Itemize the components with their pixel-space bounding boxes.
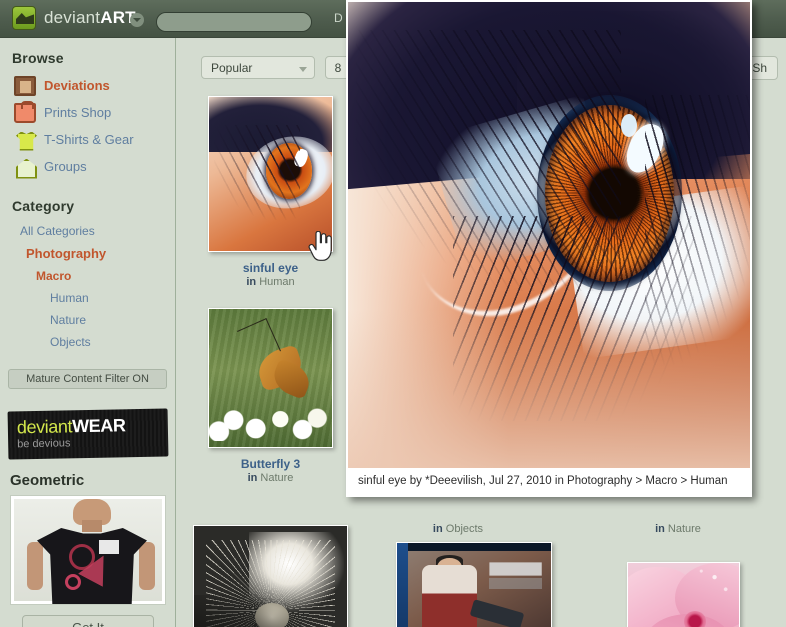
hidden-thumbnail-caption-nature: in Nature — [613, 523, 743, 535]
category-item-photography[interactable]: Photography — [26, 242, 175, 265]
deviantwear-tagline: be devious — [17, 437, 71, 451]
category-item-human[interactable]: Human — [50, 287, 175, 309]
sidebar-item-groups[interactable]: Groups — [0, 153, 175, 180]
ad-product-photo[interactable] — [10, 495, 166, 605]
deviantart-browse-page: deviantART Search D viantA Browse Deviat… — [0, 0, 786, 627]
mature-content-filter-toggle[interactable]: Mature Content Filter ON — [8, 369, 167, 389]
sinful-eye-thumbnail-artwork — [209, 97, 332, 251]
thumbnail-butterfly-3[interactable]: Butterfly 3 in Nature — [208, 308, 333, 484]
thumbnail-dandelion[interactable] — [193, 525, 348, 627]
t-shirt-icon — [14, 130, 36, 150]
deviantart-logo-text: deviantART — [44, 8, 136, 28]
chevron-down-icon[interactable] — [130, 13, 144, 27]
thumbnail-subcaption: in Nature — [208, 472, 333, 484]
logo-text-part1: deviant — [44, 8, 101, 27]
butterfly-thumbnail-artwork — [209, 309, 332, 447]
sort-dropdown-value: Popular — [211, 61, 253, 75]
deviantart-logo[interactable]: deviantART — [12, 6, 136, 30]
category-item-nature[interactable]: Nature — [50, 309, 175, 331]
hidden-thumbnail-caption-objects: in Objects — [393, 523, 523, 535]
thumbnail-image[interactable] — [627, 562, 740, 627]
thumbnail-category[interactable]: Human — [259, 276, 294, 288]
in-word: in — [247, 472, 258, 484]
sidebar-item-label: Prints Shop — [44, 105, 112, 120]
category-heading: Category — [12, 198, 75, 214]
chevron-down-icon — [299, 67, 307, 72]
deviantwear-brand-part1: deviant — [16, 416, 73, 438]
browse-heading: Browse — [12, 50, 64, 66]
thumbnail-caption: Butterfly 3 in Nature — [208, 457, 333, 484]
sidebar: Browse Deviations Prints Shop T-Shirts &… — [0, 38, 176, 627]
shopping-bag-icon — [14, 100, 36, 123]
search-box[interactable]: Search — [156, 12, 312, 32]
deviantart-logo-icon — [12, 6, 36, 30]
search-input[interactable] — [157, 13, 311, 31]
sidebar-item-tshirts-gear[interactable]: T-Shirts & Gear — [0, 126, 175, 153]
deviantwear-ad[interactable]: deviantWEAR be devious Geometric Get It — [0, 408, 176, 627]
category-item-objects[interactable]: Objects — [50, 331, 175, 353]
thumbnail-subcaption: in Human — [208, 276, 333, 288]
thumbnail-caption: sinful eye in Human — [208, 261, 333, 288]
deviantwear-brand-part2: WEAR — [71, 415, 126, 437]
preview-image[interactable] — [348, 2, 750, 468]
thumbnail-image[interactable] — [208, 308, 333, 448]
sidebar-item-label: Deviations — [44, 78, 110, 93]
in-word: in — [432, 523, 443, 535]
category-item-macro[interactable]: Macro — [36, 265, 175, 287]
in-word: in — [246, 276, 257, 288]
get-it-button[interactable]: Get It — [22, 615, 154, 627]
thumbnail-title[interactable]: Butterfly 3 — [208, 457, 333, 471]
in-word: in — [655, 523, 665, 535]
preview-caption: sinful eye by *Deeevilish, Jul 27, 2010 … — [348, 468, 750, 495]
thumbnail-sinful-eye[interactable]: sinful eye in Human — [208, 96, 333, 288]
category-item-all-categories[interactable]: All Categories — [20, 220, 175, 242]
sinful-eye-artwork — [348, 2, 750, 468]
sidebar-item-prints-shop[interactable]: Prints Shop — [0, 99, 175, 126]
sidebar-item-label: T-Shirts & Gear — [44, 132, 134, 147]
mass-effect-thumbnail-artwork — [397, 543, 551, 627]
picture-frame-icon — [14, 75, 36, 96]
sidebar-item-deviations[interactable]: Deviations — [0, 72, 175, 99]
deviation-preview-popup[interactable]: sinful eye by *Deeevilish, Jul 27, 2010 … — [346, 0, 752, 497]
thumbnail-title[interactable]: sinful eye — [208, 261, 333, 275]
deviantwear-banner: deviantWEAR be devious — [7, 408, 169, 460]
pink-rose-thumbnail-artwork — [628, 563, 739, 627]
nav-link-partial-left[interactable]: D — [334, 11, 343, 25]
thumbnail-pink-rose[interactable] — [627, 562, 740, 627]
thumbnail-image[interactable] — [208, 96, 333, 252]
sidebar-item-label: Groups — [44, 159, 87, 174]
search-button[interactable]: Search — [311, 13, 312, 31]
sort-dropdown[interactable]: Popular — [201, 56, 315, 79]
thumbnail-category[interactable]: Nature — [260, 472, 293, 484]
dandelion-thumbnail-artwork — [194, 526, 347, 627]
house-icon — [14, 157, 36, 177]
thumbnail-category[interactable]: Nature — [668, 523, 701, 535]
thumbnail-image[interactable] — [193, 525, 348, 627]
ad-product-title: Geometric — [10, 472, 85, 489]
deviantwear-brand: deviantWEAR — [17, 415, 126, 438]
thumbnail-mass-effect[interactable] — [396, 542, 552, 627]
thumbnail-image[interactable] — [396, 542, 552, 627]
thumbnail-category[interactable]: Objects — [446, 523, 483, 535]
browse-toolbar: Popular 8 — [201, 56, 351, 79]
